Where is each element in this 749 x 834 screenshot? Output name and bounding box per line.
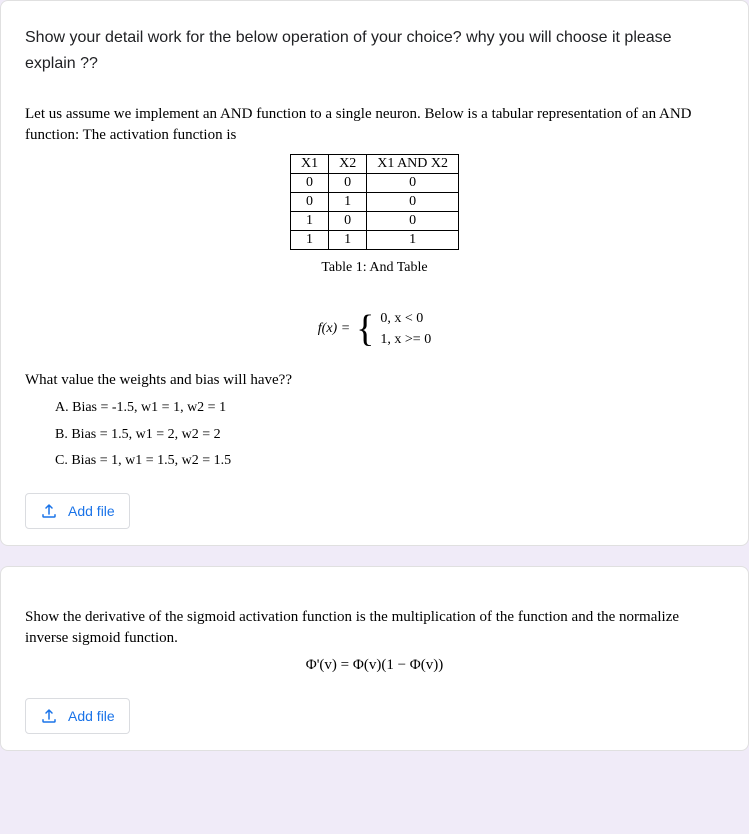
brace-icon: { xyxy=(356,314,374,344)
option-c: C. Bias = 1, w1 = 1.5, w2 = 1.5 xyxy=(55,448,724,475)
add-file-label: Add file xyxy=(68,708,115,724)
table-caption: Table 1: And Table xyxy=(321,260,427,276)
eq-lhs: f(x) = xyxy=(318,321,350,337)
question-text: Show the derivative of the sigmoid activ… xyxy=(25,607,724,649)
col-header: X1 xyxy=(290,155,328,174)
col-header: X2 xyxy=(329,155,367,174)
question-card-2: Show the derivative of the sigmoid activ… xyxy=(0,566,749,751)
truth-table: X1 X2 X1 AND X2 0 0 0 0 1 0 1 0 0 xyxy=(290,154,459,250)
option-b: B. Bias = 1.5, w1 = 2, w2 = 2 xyxy=(55,422,724,449)
upload-icon xyxy=(40,707,58,725)
cell: 0 xyxy=(290,174,328,193)
cell: 1 xyxy=(290,212,328,231)
option-a: A. Bias = -1.5, w1 = 1, w2 = 1 xyxy=(55,395,724,422)
table-row: 0 1 0 xyxy=(290,193,458,212)
add-file-label: Add file xyxy=(68,503,115,519)
cell: 0 xyxy=(367,212,459,231)
cell: 0 xyxy=(329,174,367,193)
table-row: 1 0 0 xyxy=(290,212,458,231)
add-file-button[interactable]: Add file xyxy=(25,698,130,734)
cell: 1 xyxy=(329,231,367,250)
cell: 1 xyxy=(290,231,328,250)
cell: 0 xyxy=(290,193,328,212)
table-row: 1 1 1 xyxy=(290,231,458,250)
cell: 0 xyxy=(367,193,459,212)
cell: 0 xyxy=(329,212,367,231)
table-row: 0 0 0 xyxy=(290,174,458,193)
add-file-button[interactable]: Add file xyxy=(25,493,130,529)
answer-options: A. Bias = -1.5, w1 = 1, w2 = 1 B. Bias =… xyxy=(55,395,724,475)
cell: 1 xyxy=(329,193,367,212)
sub-question: What value the weights and bias will hav… xyxy=(25,372,724,389)
question-title: Show your detail work for the below oper… xyxy=(25,25,724,76)
problem-body: Let us assume we implement an AND functi… xyxy=(25,104,724,475)
derivative-equation: Φ'(v) = Φ(v)(1 − Φ(v)) xyxy=(25,657,724,674)
activation-equation: f(x) = { 0, x < 0 1, x >= 0 xyxy=(25,308,724,350)
table-header-row: X1 X2 X1 AND X2 xyxy=(290,155,458,174)
case-line: 0, x < 0 xyxy=(380,308,431,329)
truth-table-wrap: X1 X2 X1 AND X2 0 0 0 0 1 0 1 0 0 xyxy=(25,154,724,298)
intro-text: Let us assume we implement an AND functi… xyxy=(25,104,724,146)
upload-icon xyxy=(40,502,58,520)
case-line: 1, x >= 0 xyxy=(380,329,431,350)
col-header: X1 AND X2 xyxy=(367,155,459,174)
cell: 1 xyxy=(367,231,459,250)
cell: 0 xyxy=(367,174,459,193)
question-card-1: Show your detail work for the below oper… xyxy=(0,0,749,546)
